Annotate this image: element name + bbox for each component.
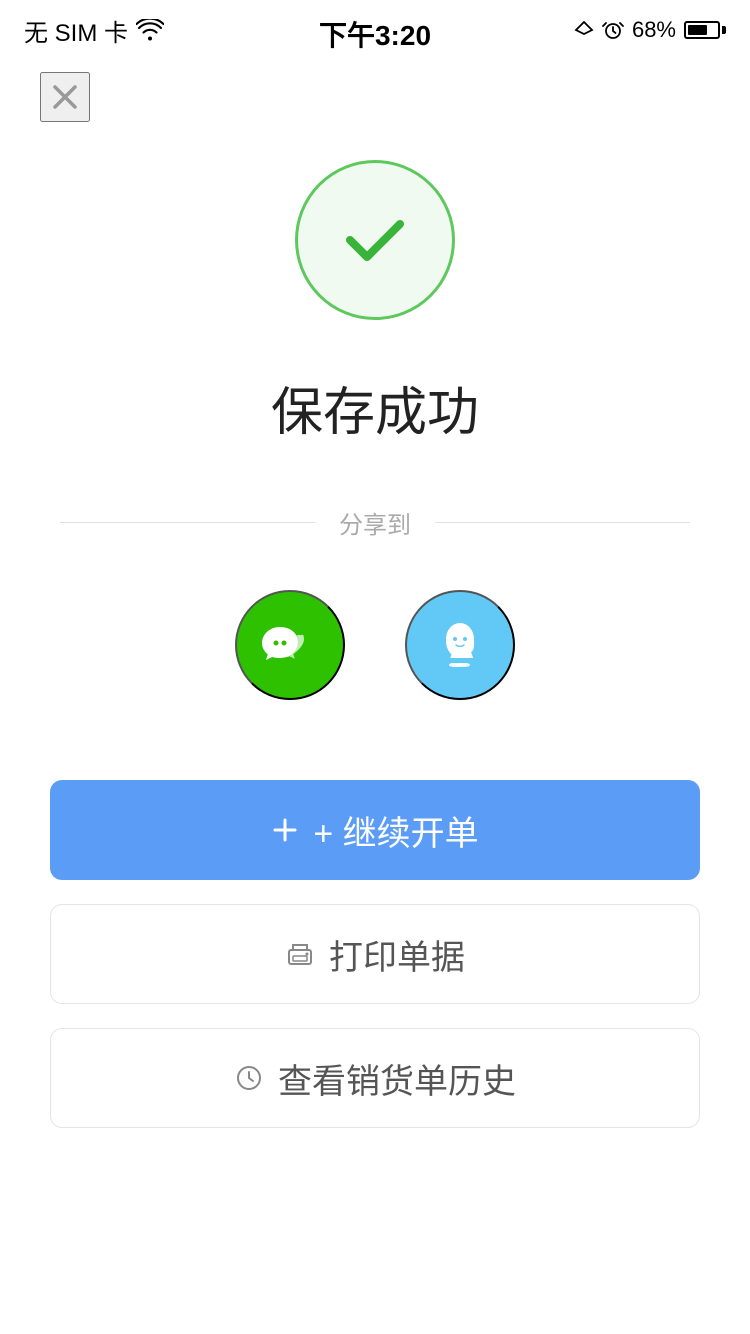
view-history-button[interactable]: 查看销货单历史 bbox=[50, 1028, 700, 1128]
wechat-share-button[interactable] bbox=[235, 590, 345, 700]
view-history-label: 查看销货单历史 bbox=[278, 1054, 516, 1103]
close-button[interactable] bbox=[40, 72, 90, 122]
divider-line-right bbox=[435, 522, 690, 523]
continue-order-button[interactable]: + 继续开单 bbox=[50, 780, 700, 880]
qq-share-button[interactable] bbox=[405, 590, 515, 700]
divider-line-left bbox=[60, 522, 315, 523]
print-receipt-button[interactable]: 打印单据 bbox=[50, 904, 700, 1004]
status-right: 68% bbox=[574, 17, 726, 43]
carrier-text: 无 SIM 卡 bbox=[24, 13, 128, 48]
qq-icon bbox=[428, 613, 492, 677]
share-divider: 分享到 bbox=[0, 505, 750, 540]
success-title: 保存成功 bbox=[271, 370, 479, 445]
wechat-icon bbox=[258, 613, 322, 677]
print-receipt-label: 打印单据 bbox=[329, 930, 465, 979]
plus-icon bbox=[271, 816, 299, 844]
checkmark-icon bbox=[335, 200, 415, 280]
status-bar: 无 SIM 卡 下午3:20 68% bbox=[0, 0, 750, 60]
share-icons-row bbox=[235, 590, 515, 700]
continue-order-label: + 继续开单 bbox=[313, 806, 478, 855]
battery-icon bbox=[684, 21, 726, 39]
share-label: 分享到 bbox=[315, 505, 435, 540]
battery-percent: 68% bbox=[632, 17, 676, 43]
status-time: 下午3:20 bbox=[319, 14, 431, 54]
alarm-icon bbox=[602, 19, 624, 41]
status-left: 无 SIM 卡 bbox=[24, 13, 164, 48]
location-icon bbox=[574, 20, 594, 40]
printer-icon bbox=[285, 939, 315, 969]
main-content: 保存成功 分享到 bbox=[0, 60, 750, 1128]
action-buttons: + 继续开单 打印单据 查看销货单历史 bbox=[0, 780, 750, 1128]
wifi-icon bbox=[136, 19, 164, 41]
success-icon-circle bbox=[295, 160, 455, 320]
history-icon bbox=[234, 1063, 264, 1093]
